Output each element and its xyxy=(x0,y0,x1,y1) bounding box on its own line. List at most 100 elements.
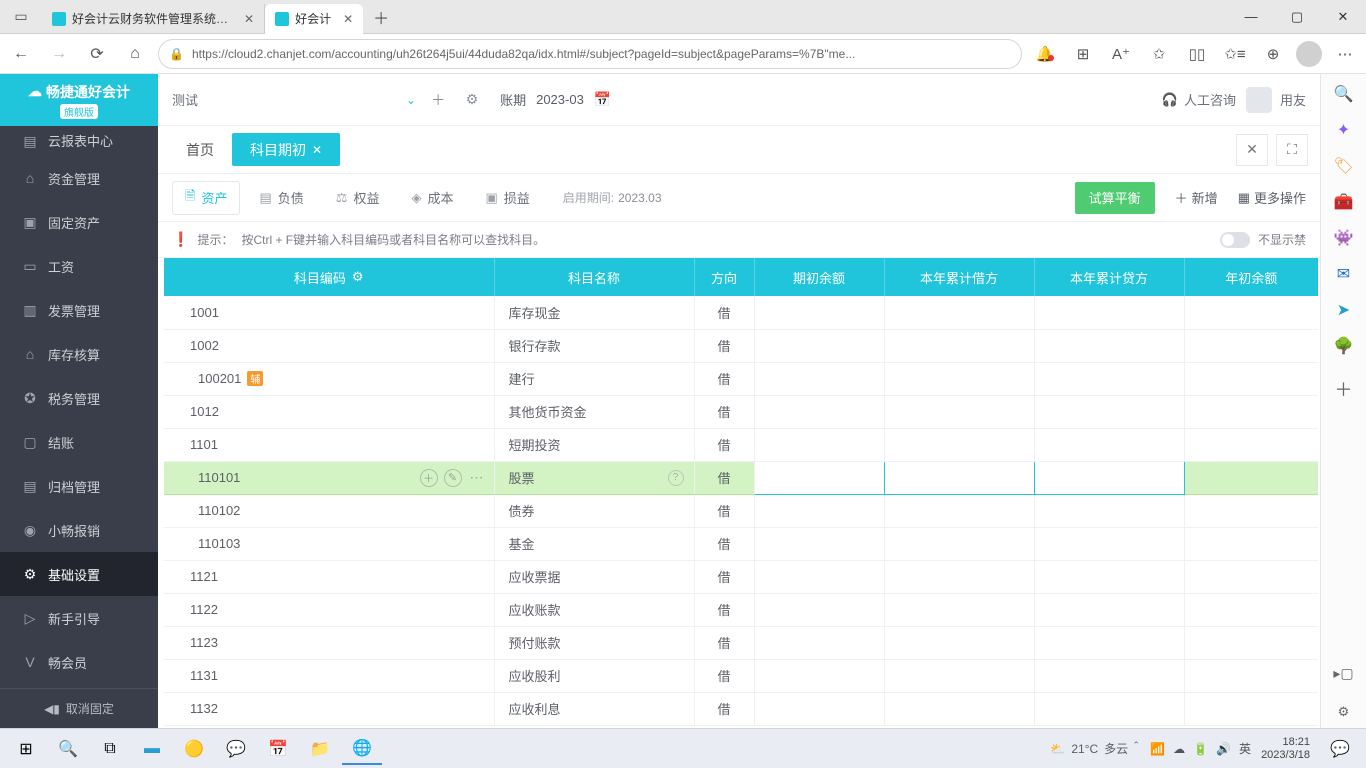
begin-balance-cell[interactable] xyxy=(754,494,884,527)
wifi-icon[interactable]: 📶 xyxy=(1150,742,1165,756)
consult-link[interactable]: 🎧 人工咨询 xyxy=(1162,90,1236,109)
brand-logo[interactable]: ☁畅捷通好会计 旗舰版 xyxy=(0,74,158,126)
filter-tab-2[interactable]: ⚖权益 xyxy=(323,181,393,215)
ytd-debit-cell[interactable] xyxy=(884,395,1034,428)
add-child-icon[interactable]: ＋ xyxy=(420,469,438,487)
sidepane-icon[interactable]: ▯▯ xyxy=(1182,45,1212,63)
maximize-button[interactable]: ▢ xyxy=(1274,9,1320,25)
begin-balance-cell[interactable] xyxy=(754,395,884,428)
ytd-debit-cell[interactable] xyxy=(884,659,1034,692)
more-actions-button[interactable]: ▦更多操作 xyxy=(1238,188,1306,207)
tab-home[interactable]: 首页 xyxy=(168,126,232,173)
sidebar-item-10[interactable]: ⚙基础设置 xyxy=(0,552,158,596)
collections-icon[interactable]: ⊕ xyxy=(1258,45,1288,63)
browser-tab-0[interactable]: 好会计云财务软件管理系统_会计 ✕ xyxy=(42,4,265,34)
ytd-credit-cell[interactable] xyxy=(1034,395,1184,428)
window-menu-icon[interactable]: ▭ xyxy=(0,8,42,25)
profile-avatar[interactable] xyxy=(1296,41,1322,67)
sidebar-item-0[interactable]: ▤云报表中心 xyxy=(0,126,158,156)
ytd-debit-cell[interactable] xyxy=(884,461,1034,494)
edit-icon[interactable]: ✎ xyxy=(444,469,462,487)
taskbar-app-1[interactable]: ▬ xyxy=(132,733,172,765)
favorites-icon[interactable]: ✩ xyxy=(1144,45,1174,63)
taskbar-search-button[interactable]: 🔍 xyxy=(48,733,88,765)
collapse-panel-icon[interactable]: ▸▢ xyxy=(1333,665,1353,682)
table-row[interactable]: 110102债券借 xyxy=(164,494,1318,527)
panel-settings-icon[interactable]: ⚙ xyxy=(1338,704,1350,720)
begin-balance-cell[interactable] xyxy=(754,527,884,560)
fullscreen-button[interactable]: ⛶ xyxy=(1276,134,1308,166)
ytd-credit-cell[interactable] xyxy=(1034,329,1184,362)
ytd-credit-cell[interactable] xyxy=(1034,362,1184,395)
tab-close-icon[interactable]: ✕ xyxy=(244,12,254,26)
year-begin-cell[interactable] xyxy=(1184,362,1318,395)
ytd-debit-cell[interactable] xyxy=(884,560,1034,593)
extensions-icon[interactable]: ⊞ xyxy=(1068,45,1098,63)
new-tab-button[interactable]: ＋ xyxy=(363,5,399,29)
ime-indicator[interactable]: 英 xyxy=(1239,740,1251,757)
add-panel-button[interactable]: ＋ xyxy=(1335,376,1353,402)
sidebar-item-11[interactable]: ▷新手引导 xyxy=(0,596,158,640)
favorites-bar-icon[interactable]: ✩≡ xyxy=(1220,45,1250,63)
settings-icon[interactable]: ⚙ xyxy=(460,91,484,108)
games-icon[interactable]: 👾 xyxy=(1333,228,1355,250)
task-view-button[interactable]: ⧉ xyxy=(90,733,130,765)
filter-tab-0[interactable]: 🗎资产 xyxy=(172,181,240,215)
account-selector[interactable]: 测试 ⌄ xyxy=(172,90,416,109)
address-bar[interactable]: 🔒 https://cloud2.chanjet.com/accounting/… xyxy=(158,39,1022,69)
year-begin-cell[interactable] xyxy=(1184,659,1318,692)
more-icon[interactable]: ⋯ xyxy=(1330,45,1360,63)
year-begin-cell[interactable] xyxy=(1184,296,1318,329)
weather-widget[interactable]: ⛅ 21°C 多云 xyxy=(1050,740,1128,757)
table-row[interactable]: 1101短期投资借 xyxy=(164,428,1318,461)
begin-balance-cell[interactable] xyxy=(754,659,884,692)
taskbar-explorer[interactable]: 📁 xyxy=(300,733,340,765)
year-begin-cell[interactable] xyxy=(1184,428,1318,461)
send-icon[interactable]: ➤ xyxy=(1333,300,1355,322)
ytd-debit-cell[interactable] xyxy=(884,494,1034,527)
system-tray[interactable]: ＾ 📶 ☁ 🔋 🔊 英 xyxy=(1130,740,1251,757)
table-row[interactable]: 1132应收利息借 xyxy=(164,692,1318,725)
notifications-button[interactable]: 💬 xyxy=(1320,733,1360,765)
year-begin-cell[interactable] xyxy=(1184,692,1318,725)
sidebar-item-7[interactable]: ▢结账 xyxy=(0,420,158,464)
minimize-button[interactable]: — xyxy=(1228,9,1274,25)
ytd-credit-cell[interactable] xyxy=(1034,626,1184,659)
begin-balance-cell[interactable] xyxy=(754,593,884,626)
sidebar-item-9[interactable]: ◉小畅报销 xyxy=(0,508,158,552)
year-begin-cell[interactable] xyxy=(1184,395,1318,428)
filter-tab-1[interactable]: ▤负债 xyxy=(246,181,316,215)
sidebar-item-8[interactable]: ▤归档管理 xyxy=(0,464,158,508)
start-button[interactable]: ⊞ xyxy=(6,733,46,765)
sidebar-item-6[interactable]: ✪税务管理 xyxy=(0,376,158,420)
filter-tab-3[interactable]: ◈成本 xyxy=(398,181,466,215)
browser-tab-1[interactable]: 好会计 ✕ xyxy=(265,4,363,34)
taskbar-wechat[interactable]: 💬 xyxy=(216,733,256,765)
filter-tab-4[interactable]: ▣损益 xyxy=(472,181,542,215)
taskbar-edge[interactable]: 🌐 xyxy=(342,733,382,765)
ytd-debit-cell[interactable] xyxy=(884,296,1034,329)
table-row[interactable]: 100201辅建行借 xyxy=(164,362,1318,395)
ytd-debit-cell[interactable] xyxy=(884,329,1034,362)
table-row[interactable]: 1131应收股利借 xyxy=(164,659,1318,692)
sidebar-item-1[interactable]: ⌂资金管理 xyxy=(0,156,158,200)
cloud-icon[interactable]: ☁ xyxy=(1173,742,1185,756)
taskbar-chrome[interactable]: 🟡 xyxy=(174,733,214,765)
copilot-icon[interactable]: ✦ xyxy=(1333,120,1355,142)
add-account-button[interactable]: ＋ xyxy=(426,90,450,110)
ytd-credit-cell[interactable] xyxy=(1034,527,1184,560)
year-begin-cell[interactable] xyxy=(1184,527,1318,560)
table-row[interactable]: 110101＋✎⋯股票?借 xyxy=(164,461,1318,494)
table-row[interactable]: 1002银行存款借 xyxy=(164,329,1318,362)
tab-close-icon[interactable]: ✕ xyxy=(312,143,322,157)
clock[interactable]: 18:21 2023/3/18 xyxy=(1261,736,1310,762)
begin-balance-cell[interactable] xyxy=(754,692,884,725)
year-begin-cell[interactable] xyxy=(1184,461,1318,494)
tree-icon[interactable]: 🌳 xyxy=(1333,336,1355,358)
ytd-credit-cell[interactable] xyxy=(1034,461,1184,494)
ytd-credit-cell[interactable] xyxy=(1034,692,1184,725)
begin-balance-cell[interactable] xyxy=(754,329,884,362)
year-begin-cell[interactable] xyxy=(1184,329,1318,362)
tab-subject-initial[interactable]: 科目期初 ✕ xyxy=(232,133,340,166)
home-button[interactable]: ⌂ xyxy=(120,45,150,63)
